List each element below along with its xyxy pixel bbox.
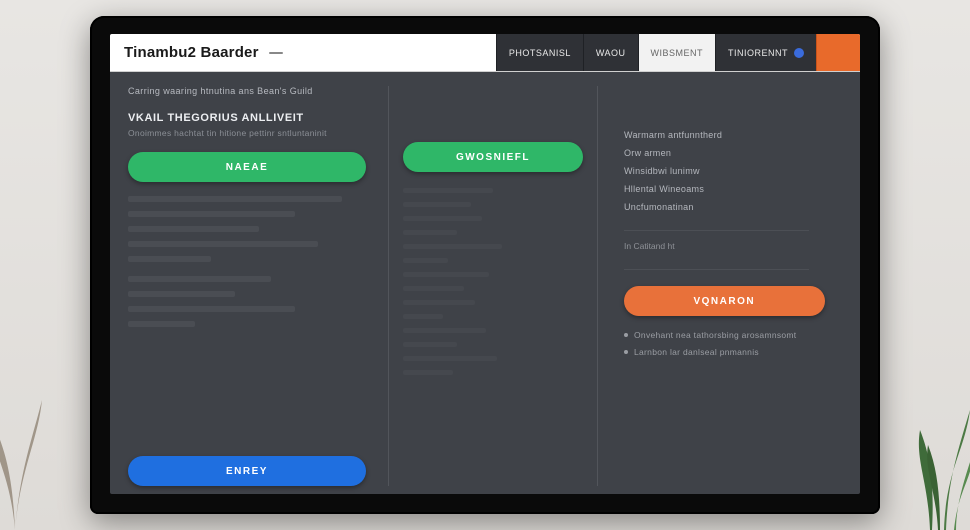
left-section-title: Vkail Thegorius Anlliveit [128, 112, 366, 124]
text-line [403, 286, 464, 291]
right-list: Warmarm antfunntherd Orw armen Winsidbwi… [624, 130, 842, 212]
brand-title: Tinambu2 Baarder [124, 44, 259, 61]
nav-item-1[interactable]: Waou [583, 34, 638, 71]
list-item: Winsidbwi lunimw [624, 166, 842, 176]
left-section-subtitle: Onoimmes hachtat tin hitione pettinr snt… [128, 128, 366, 138]
list-item: Warmarm antfunntherd [624, 130, 842, 140]
center-action-button[interactable]: Gwosniefl [403, 142, 583, 172]
text-line [403, 272, 489, 277]
list-item: Uncfumonatinan [624, 202, 842, 212]
secondary-action-label: Enrey [226, 466, 268, 477]
primary-action-label: Naeae [226, 162, 269, 173]
decor-plant-right [910, 330, 970, 530]
text-line [128, 306, 295, 312]
text-line [128, 276, 271, 282]
app-header: Tinambu2 Baarder Photsanisl Waou Wibsmen… [110, 34, 860, 72]
page-tagline: Carring waaring htnutina ans Bean's Guil… [128, 86, 366, 96]
nav-item-label: Wibsment [651, 48, 704, 58]
right-column: Warmarm antfunntherd Orw armen Winsidbwi… [620, 86, 842, 486]
right-cta-button[interactable]: Vqnaron [624, 286, 825, 316]
text-line [403, 342, 457, 347]
left-text-block-2 [128, 276, 366, 327]
top-nav: Photsanisl Waou Wibsment Tiniorennt [496, 34, 860, 71]
text-line [128, 291, 235, 297]
app-body: Carring waaring htnutina ans Bean's Guil… [110, 72, 860, 494]
nav-item-label: Photsanisl [509, 48, 571, 58]
nav-item-0[interactable]: Photsanisl [496, 34, 583, 71]
app-screen: Tinambu2 Baarder Photsanisl Waou Wibsmen… [110, 34, 860, 494]
nav-item-2[interactable]: Wibsment [638, 34, 716, 71]
list-item: Hllental Wineoams [624, 184, 842, 194]
text-line [128, 256, 211, 262]
bullet-icon [624, 333, 628, 337]
primary-action-button[interactable]: Naeae [128, 152, 366, 182]
left-column: Carring waaring htnutina ans Bean's Guil… [128, 86, 366, 486]
footnote-text: Larnbon lar danlseal pnmannis [634, 347, 759, 357]
divider [624, 269, 809, 270]
text-line [128, 241, 318, 247]
nav-item-3[interactable]: Tiniorennt [715, 34, 816, 71]
right-footnotes: Onvehant nea tathorsbing arosamnsomt Lar… [624, 330, 842, 357]
text-line [403, 300, 475, 305]
secondary-action-button[interactable]: Enrey [128, 456, 366, 486]
brand-block: Tinambu2 Baarder [110, 34, 301, 71]
notification-dot-icon [794, 48, 804, 58]
bullet-icon [624, 350, 628, 354]
footnote-text: Onvehant nea tathorsbing arosamnsomt [634, 330, 796, 340]
right-cta-label: Vqnaron [693, 296, 755, 307]
center-text-block [403, 188, 583, 375]
text-line [128, 196, 342, 202]
text-line [403, 328, 486, 333]
list-item: Orw armen [624, 148, 842, 158]
footnote-line: Larnbon lar danlseal pnmannis [624, 347, 842, 357]
nav-cta-button[interactable] [816, 34, 860, 71]
text-line [403, 356, 497, 361]
decor-plant-left [0, 330, 50, 530]
hamburger-icon[interactable] [269, 52, 283, 54]
text-line [403, 370, 453, 375]
text-line [403, 314, 443, 319]
text-line [403, 258, 448, 263]
text-line [403, 202, 471, 207]
center-action-label: Gwosniefl [456, 152, 530, 163]
left-text-block-1 [128, 196, 366, 262]
text-line [128, 211, 295, 217]
text-line [403, 230, 457, 235]
text-line [403, 244, 502, 249]
text-line [403, 216, 482, 221]
nav-item-label: Waou [596, 48, 626, 58]
divider [624, 230, 809, 231]
right-label-1: In Catitand ht [624, 241, 842, 251]
monitor-frame: Tinambu2 Baarder Photsanisl Waou Wibsmen… [90, 16, 880, 514]
center-column: Gwosniefl [388, 86, 598, 486]
nav-item-label: Tiniorennt [728, 48, 788, 58]
footnote-line: Onvehant nea tathorsbing arosamnsomt [624, 330, 842, 340]
text-line [403, 188, 493, 193]
text-line [128, 226, 259, 232]
